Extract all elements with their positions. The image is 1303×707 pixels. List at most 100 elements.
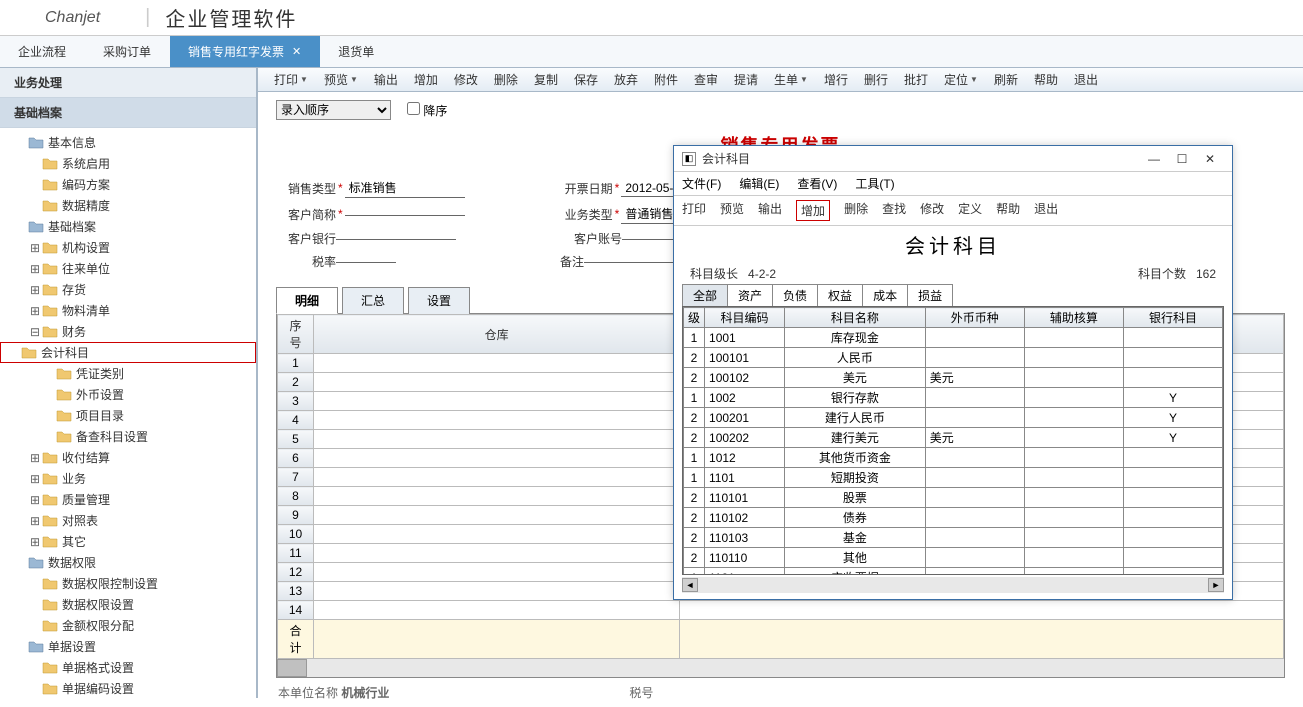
toolbar-修改[interactable]: 修改	[448, 68, 484, 91]
order-select[interactable]: 录入顺序	[276, 100, 391, 120]
popup-menu-0[interactable]: 文件(F)	[682, 175, 721, 192]
toolbar-放弃[interactable]: 放弃	[608, 68, 644, 91]
tree-item-0[interactable]: 基本信息	[0, 132, 256, 153]
popup-tool-预览[interactable]: 预览	[720, 200, 744, 221]
tree-item-12[interactable]: 外币设置	[0, 384, 256, 405]
detail-tab-设置[interactable]: 设置	[408, 287, 470, 314]
sidebar-section-1[interactable]: 基础档案	[0, 98, 256, 128]
tree-item-16[interactable]: ⊞业务	[0, 468, 256, 489]
toolbar-帮助[interactable]: 帮助	[1028, 68, 1064, 91]
account-row[interactable]: 2100202建行美元美元Y	[684, 428, 1223, 448]
expand-icon[interactable]: ⊞	[28, 493, 42, 507]
popup-cat-资产[interactable]: 资产	[727, 284, 773, 306]
tree-item-11[interactable]: 凭证类别	[0, 363, 256, 384]
expand-icon[interactable]: ⊞	[28, 535, 42, 549]
popup-cat-全部[interactable]: 全部	[682, 284, 728, 306]
account-row[interactable]: 11002银行存款Y	[684, 388, 1223, 408]
toolbar-批打[interactable]: 批打	[898, 68, 934, 91]
close-button[interactable]: ✕	[1196, 149, 1224, 169]
account-row[interactable]: 2110101股票	[684, 488, 1223, 508]
tree-item-23[interactable]: 金额权限分配	[0, 615, 256, 636]
toolbar-查审[interactable]: 查审	[688, 68, 724, 91]
tree-item-22[interactable]: 数据权限设置	[0, 594, 256, 615]
popup-cat-损益[interactable]: 损益	[907, 284, 953, 306]
popup-cat-成本[interactable]: 成本	[862, 284, 908, 306]
popup-tool-增加[interactable]: 增加	[796, 200, 830, 221]
account-row[interactable]: 2110103基金	[684, 528, 1223, 548]
scroll-left-icon[interactable]: ◄	[682, 578, 698, 592]
tree-item-5[interactable]: ⊞机构设置	[0, 237, 256, 258]
account-row[interactable]: 2100101人民币	[684, 348, 1223, 368]
account-row[interactable]: 2110102债券	[684, 508, 1223, 528]
popup-tool-帮助[interactable]: 帮助	[996, 200, 1020, 221]
popup-titlebar[interactable]: ◧ 会计科目 — ☐ ✕	[674, 146, 1232, 172]
scroll-right-icon[interactable]: ►	[1208, 578, 1224, 592]
toolbar-刷新[interactable]: 刷新	[988, 68, 1024, 91]
tree-item-15[interactable]: ⊞收付结算	[0, 447, 256, 468]
popup-menu-2[interactable]: 查看(V)	[797, 175, 837, 192]
tree-item-25[interactable]: 单据格式设置	[0, 657, 256, 678]
account-row[interactable]: 11001库存现金	[684, 328, 1223, 348]
tree-item-17[interactable]: ⊞质量管理	[0, 489, 256, 510]
tree-item-8[interactable]: ⊞物料清单	[0, 300, 256, 321]
expand-icon[interactable]: ⊟	[28, 325, 42, 339]
account-row[interactable]: 2100102美元美元	[684, 368, 1223, 388]
popup-cat-权益[interactable]: 权益	[817, 284, 863, 306]
toolbar-删行[interactable]: 删行	[858, 68, 894, 91]
toolbar-附件[interactable]: 附件	[648, 68, 684, 91]
popup-cat-负债[interactable]: 负债	[772, 284, 818, 306]
expand-icon[interactable]: ⊞	[28, 262, 42, 276]
popup-menu-1[interactable]: 编辑(E)	[739, 175, 779, 192]
tree-item-13[interactable]: 项目目录	[0, 405, 256, 426]
popup-tool-输出[interactable]: 输出	[758, 200, 782, 221]
toolbar-增加[interactable]: 增加	[408, 68, 444, 91]
tree-item-7[interactable]: ⊞存货	[0, 279, 256, 300]
tree-item-4[interactable]: 基础档案	[0, 216, 256, 237]
popup-tool-定义[interactable]: 定义	[958, 200, 982, 221]
tree-item-21[interactable]: 数据权限控制设置	[0, 573, 256, 594]
expand-icon[interactable]: ⊞	[28, 472, 42, 486]
tree-item-20[interactable]: 数据权限	[0, 552, 256, 573]
popup-tool-修改[interactable]: 修改	[920, 200, 944, 221]
toolbar-保存[interactable]: 保存	[568, 68, 604, 91]
grid-hscrollbar[interactable]	[277, 659, 1284, 677]
tree-item-10[interactable]: 会计科目	[0, 342, 256, 363]
popup-tool-打印[interactable]: 打印	[682, 200, 706, 221]
toolbar-复制[interactable]: 复制	[528, 68, 564, 91]
tree-item-26[interactable]: 单据编码设置	[0, 678, 256, 698]
detail-tab-汇总[interactable]: 汇总	[342, 287, 404, 314]
expand-icon[interactable]: ⊞	[28, 514, 42, 528]
expand-icon[interactable]: ⊞	[28, 451, 42, 465]
expand-icon[interactable]: ⊞	[28, 304, 42, 318]
toolbar-预览[interactable]: 预览▼	[318, 68, 364, 91]
customer-bank-field[interactable]	[336, 237, 456, 240]
account-row[interactable]: 2110110其他	[684, 548, 1223, 568]
expand-icon[interactable]: ⊞	[28, 241, 42, 255]
toolbar-增行[interactable]: 增行	[818, 68, 854, 91]
expand-icon[interactable]: ⊞	[28, 283, 42, 297]
close-tab-icon[interactable]: ✕	[292, 45, 301, 58]
account-row[interactable]: 2100201建行人民币Y	[684, 408, 1223, 428]
popup-tool-退出[interactable]: 退出	[1034, 200, 1058, 221]
tree-item-3[interactable]: 数据精度	[0, 195, 256, 216]
doc-tab-1[interactable]: 采购订单	[85, 36, 170, 67]
toolbar-定位[interactable]: 定位▼	[938, 68, 984, 91]
detail-tab-明细[interactable]: 明细	[276, 287, 338, 314]
toolbar-生单[interactable]: 生单▼	[768, 68, 814, 91]
toolbar-输出[interactable]: 输出	[368, 68, 404, 91]
toolbar-退出[interactable]: 退出	[1068, 68, 1104, 91]
sidebar-section-0[interactable]: 业务处理	[0, 68, 256, 98]
toolbar-提请[interactable]: 提请	[728, 68, 764, 91]
tree-item-9[interactable]: ⊟财务	[0, 321, 256, 342]
customer-abbr-field[interactable]	[345, 213, 465, 216]
popup-menu-3[interactable]: 工具(T)	[855, 175, 894, 192]
tree-item-19[interactable]: ⊞其它	[0, 531, 256, 552]
account-row[interactable]: 11012其他货币资金	[684, 448, 1223, 468]
tree-item-1[interactable]: 系统启用	[0, 153, 256, 174]
doc-tab-3[interactable]: 退货单	[320, 36, 393, 67]
popup-tool-删除[interactable]: 删除	[844, 200, 868, 221]
tax-rate-field[interactable]	[336, 260, 396, 263]
tree-item-6[interactable]: ⊞往来单位	[0, 258, 256, 279]
minimize-button[interactable]: —	[1140, 149, 1168, 169]
toolbar-打印[interactable]: 打印▼	[268, 68, 314, 91]
